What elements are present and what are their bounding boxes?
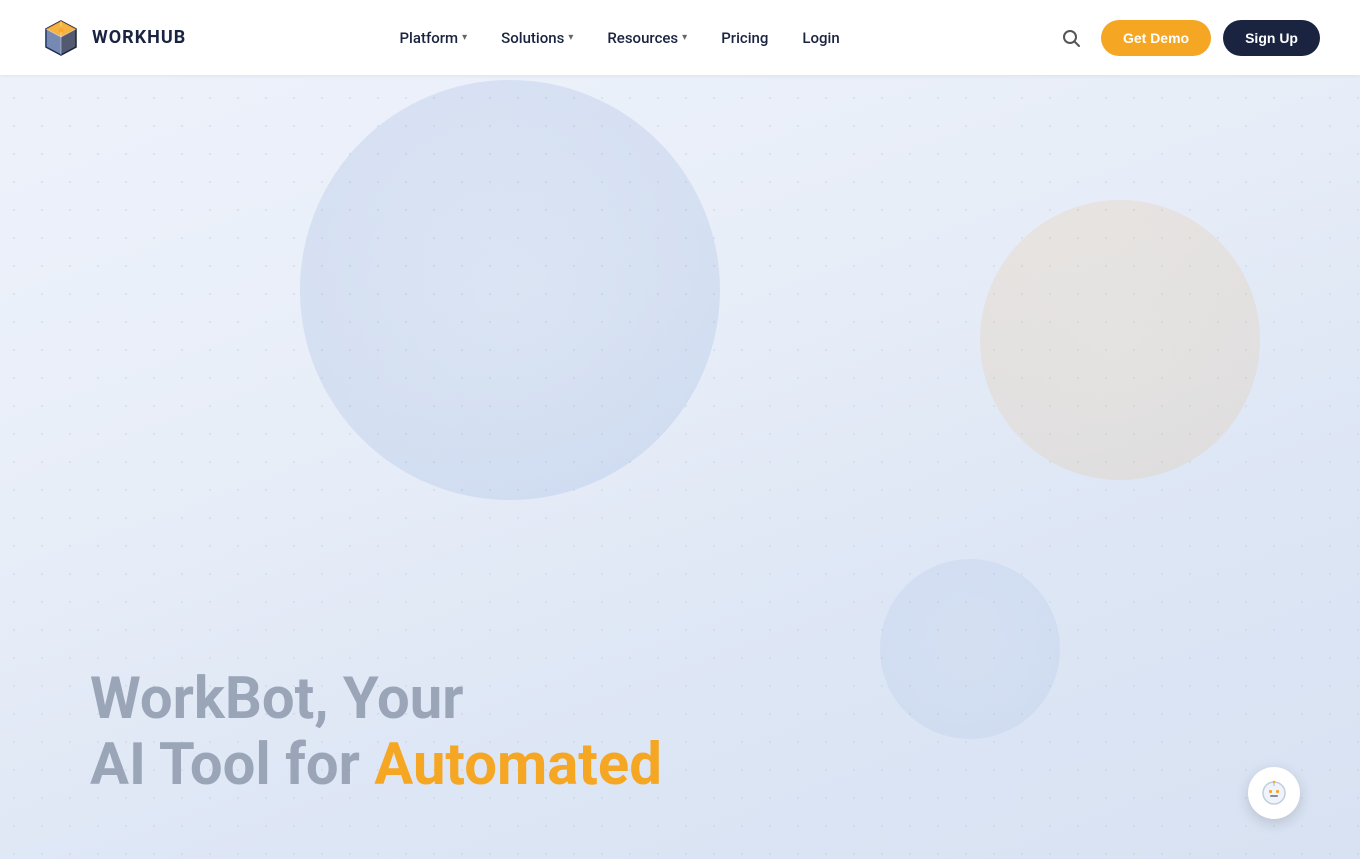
chat-widget[interactable] [1248, 767, 1300, 819]
nav-link-resources[interactable]: Resources ▾ [593, 21, 701, 55]
nav-item-platform[interactable]: Platform ▾ [385, 21, 481, 55]
nav-link-login[interactable]: Login [788, 21, 853, 55]
nav-item-pricing[interactable]: Pricing [707, 21, 782, 55]
decorative-orb-3 [880, 559, 1060, 739]
hero-line-2-accent: Automated [374, 731, 662, 799]
search-button[interactable] [1053, 20, 1089, 56]
logo-text: WORKHUB [92, 27, 186, 48]
navbar: WORKHUB Platform ▾ Solutions ▾ Resources… [0, 0, 1360, 75]
hero-content: WorkBot, Your AI Tool for Automated [90, 666, 662, 799]
chat-icon [1261, 780, 1287, 806]
nav-actions: Get Demo Sign Up [1053, 20, 1320, 56]
logo[interactable]: WORKHUB [40, 17, 186, 59]
nav-link-pricing[interactable]: Pricing [707, 21, 782, 55]
logo-icon [40, 17, 82, 59]
chevron-down-icon-resources: ▾ [682, 32, 687, 43]
nav-links: Platform ▾ Solutions ▾ Resources ▾ Prici… [385, 21, 853, 55]
nav-item-solutions[interactable]: Solutions ▾ [487, 21, 587, 55]
nav-label-pricing: Pricing [721, 29, 768, 47]
nav-label-login: Login [802, 29, 839, 47]
get-demo-button[interactable]: Get Demo [1101, 20, 1211, 56]
nav-label-resources: Resources [607, 29, 678, 47]
nav-label-platform: Platform [399, 29, 458, 47]
nav-link-platform[interactable]: Platform ▾ [385, 21, 481, 55]
nav-item-login[interactable]: Login [788, 21, 853, 55]
nav-item-resources[interactable]: Resources ▾ [593, 21, 701, 55]
search-icon [1061, 28, 1081, 48]
decorative-orb-1 [300, 80, 720, 500]
hero-section: WorkBot, Your AI Tool for Automated [0, 0, 1360, 859]
hero-line-2: AI Tool for Automated [90, 732, 662, 799]
decorative-orb-2 [980, 200, 1260, 480]
nav-link-solutions[interactable]: Solutions ▾ [487, 21, 587, 55]
hero-title: WorkBot, Your AI Tool for Automated [90, 666, 662, 799]
chevron-down-icon-solutions: ▾ [568, 32, 573, 43]
hero-line-2-prefix: AI Tool for [90, 731, 374, 799]
hero-line-1: WorkBot, Your [90, 666, 662, 733]
sign-up-button[interactable]: Sign Up [1223, 20, 1320, 56]
chevron-down-icon-platform: ▾ [462, 32, 467, 43]
nav-label-solutions: Solutions [501, 29, 564, 47]
